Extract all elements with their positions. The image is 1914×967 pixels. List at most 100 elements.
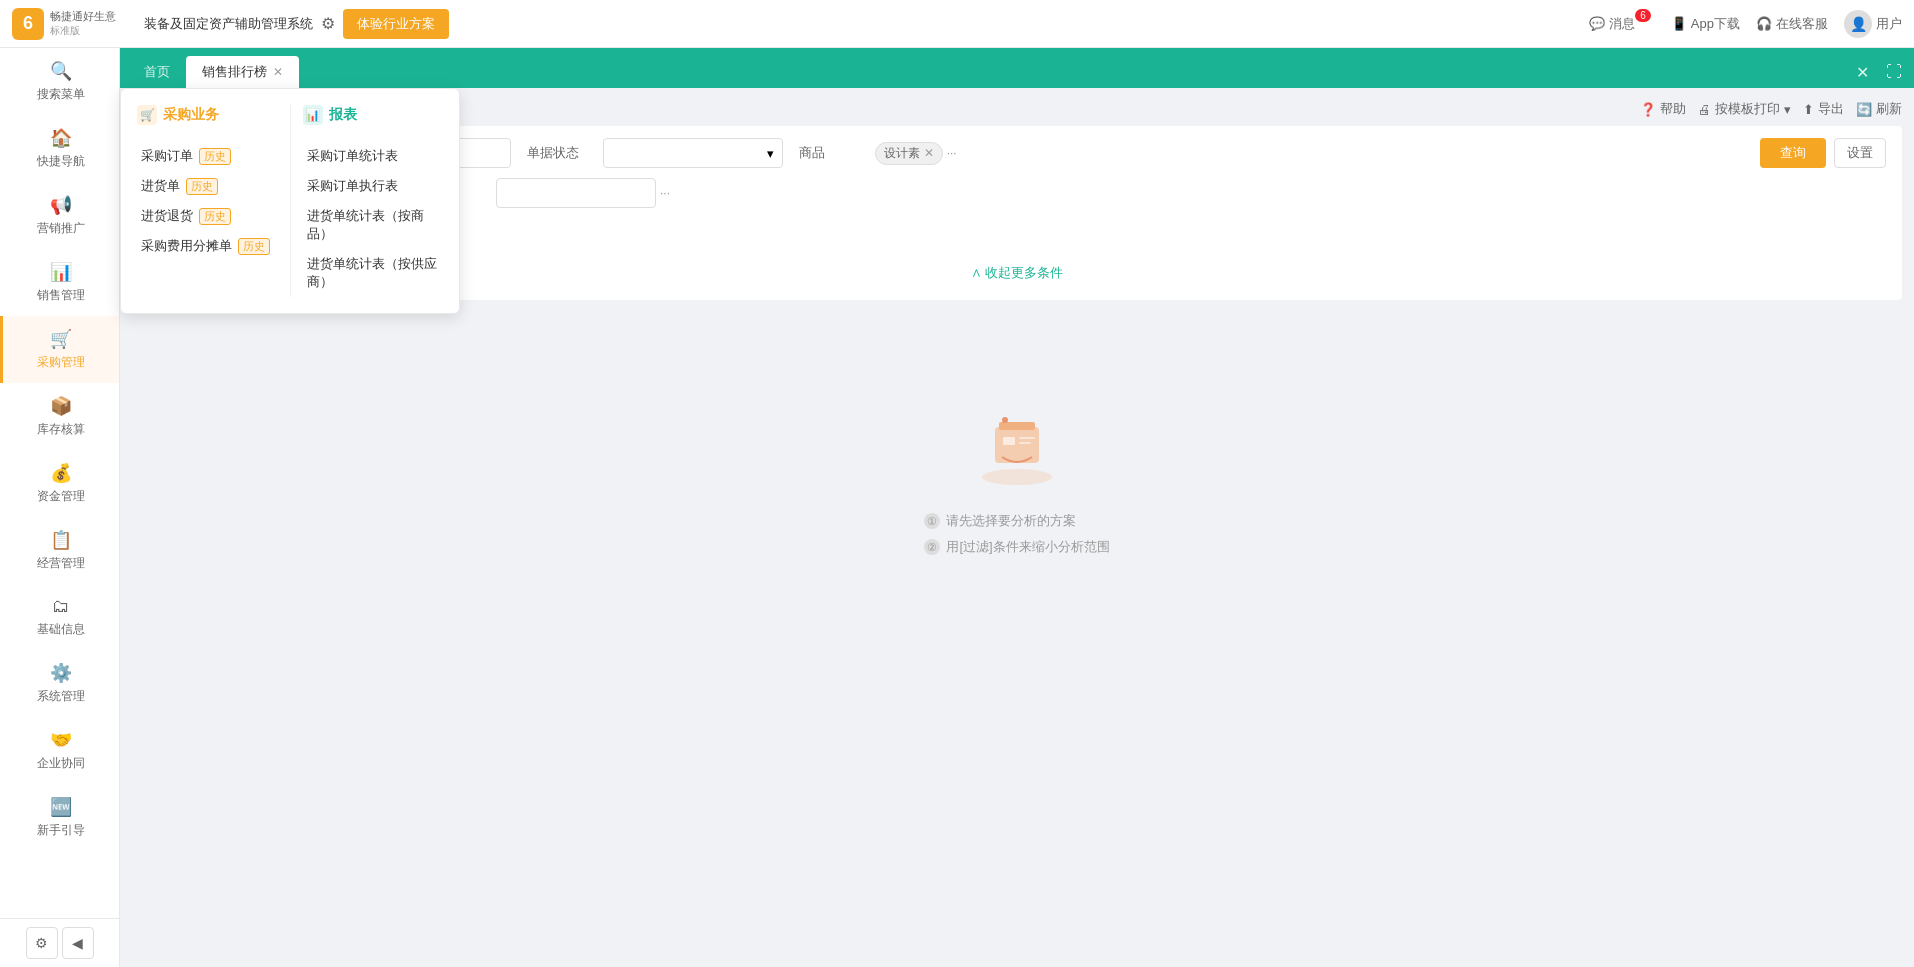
history-badge-2: 历史 [186,178,218,195]
home-icon: 🏠 [50,127,72,149]
sidebar-item-enterprise[interactable]: 🤝 企业协同 [0,717,119,784]
svg-rect-1 [995,427,1039,463]
top-bar: 6 畅捷通好生意 标准版 装备及固定资产辅助管理系统 ⚙ 体验行业方案 💬 消息… [0,0,1914,48]
report-col-icon: 📊 [303,105,323,125]
sidebar-item-marketing[interactable]: 📢 营销推广 [0,182,119,249]
svg-rect-4 [1019,437,1035,439]
sidebar-item-quick[interactable]: 🏠 快捷导航 [0,115,119,182]
dropdown-item-inbound[interactable]: 进货单 历史 [137,171,278,201]
dropdown-item-purchase-order[interactable]: 采购订单 历史 [137,141,278,171]
sidebar-label-system: 系统管理 [37,688,85,705]
dropdown-item-return[interactable]: 进货退货 历史 [137,201,278,231]
sidebar-label-enterprise: 企业协同 [37,755,85,772]
goods-tag-text: 设计素 [884,145,920,162]
app-download-item[interactable]: 📱 App下载 [1671,15,1740,33]
settings-gear-icon[interactable]: ⚙ [321,14,335,33]
salesperson-input[interactable] [496,178,656,208]
history-badge-4: 历史 [238,238,270,255]
sidebar: 🔍 搜索菜单 🏠 快捷导航 📢 营销推广 📊 销售管理 🛒 采购管理 📦 库存核… [0,48,120,967]
tab-close-icon[interactable]: ✕ [273,65,283,79]
tab-maximize-button[interactable]: ⛶ [1882,60,1906,84]
refresh-button[interactable]: 🔄 刷新 [1856,100,1902,118]
sidebar-label-quick: 快捷导航 [37,153,85,170]
collapse-label: 收起更多条件 [985,265,1063,280]
dropdown-item-inbound-stat-goods[interactable]: 进货单统计表（按商品） [303,201,444,249]
return-label: 进货退货 [141,207,193,225]
message-item[interactable]: 💬 消息 6 [1589,15,1655,33]
dropdown-item-expense[interactable]: 采购费用分摊单 历史 [137,231,278,261]
tip-text-1: 请先选择要分析的方案 [946,508,1076,534]
sidebar-item-finance[interactable]: 💰 资金管理 [0,450,119,517]
tab-sales-rank-label: 销售排行榜 [202,63,267,81]
message-badge: 6 [1635,9,1651,22]
tab-home[interactable]: 首页 [128,56,186,88]
print-chevron-icon: ▾ [1784,102,1791,117]
system-title: 装备及固定资产辅助管理系统 [144,15,313,33]
purchase-order-exec-label: 采购订单执行表 [307,177,398,195]
avatar: 👤 [1844,10,1872,38]
sidebar-item-sales[interactable]: 📊 销售管理 [0,249,119,316]
print-button[interactable]: 🖨 按模板打印 ▾ [1698,100,1791,118]
tip-num-1: ① [924,513,940,529]
help-button[interactable]: ❓ 帮助 [1640,100,1686,118]
goods-tag-close[interactable]: ✕ [924,146,934,160]
settings-bottom-icon: ⚙ [35,935,48,951]
sidebar-item-search[interactable]: 🔍 搜索菜单 [0,48,119,115]
sidebar-item-inventory[interactable]: 📦 库存核算 [0,383,119,450]
logo-line2: 标准版 [50,24,116,38]
purchase-order-stat-label: 采购订单统计表 [307,147,398,165]
help-label: 帮助 [1660,100,1686,118]
sidebar-label-operations: 经营管理 [37,555,85,572]
history-badge-1: 历史 [199,148,231,165]
collapse-icon: ◀ [72,935,83,951]
top-right: 💬 消息 6 📱 App下载 🎧 在线客服 👤 用户 [1589,10,1902,38]
inbound-label: 进货单 [141,177,180,195]
print-label: 按模板打印 [1715,100,1780,118]
logo-text-area: 畅捷通好生意 标准版 [50,9,116,37]
goods-label: 商品 [799,144,859,162]
empty-tip-1: ① 请先选择要分析的方案 [924,508,1109,534]
sidebar-label-purchase: 采购管理 [37,354,85,371]
tab-close-button[interactable]: ✕ [1850,60,1874,84]
empty-tips: ① 请先选择要分析的方案 ② 用[过滤]条件来缩小分析范围 [924,508,1109,560]
settings-filter-button[interactable]: 设置 [1834,138,1886,168]
phone-icon: 📱 [1671,16,1687,31]
sidebar-label-finance: 资金管理 [37,488,85,505]
salesperson-filter: ··· [496,178,670,208]
doc-status-select[interactable]: ▾ [603,138,783,168]
purchase-col-title: 🛒 采购业务 [137,105,278,129]
user-item[interactable]: 👤 用户 [1844,10,1902,38]
industry-button[interactable]: 体验行业方案 [343,9,449,39]
doc-status-label: 单据状态 [527,144,587,162]
dropdown-item-purchase-order-stat[interactable]: 采购订单统计表 [303,141,444,171]
report-col: 📊 报表 采购订单统计表 采购订单执行表 进货单统计表（按商品） 进货单统计表（… [303,105,444,297]
folder-icon: 🗂 [52,596,70,617]
settings-button[interactable]: ⚙ [26,927,58,959]
history-badge-3: 历史 [199,208,231,225]
message-icon: 💬 [1589,16,1605,31]
sidebar-item-system[interactable]: ⚙️ 系统管理 [0,650,119,717]
collapse-icon: ∧ [971,265,982,280]
tab-home-label: 首页 [144,63,170,81]
salesperson-more[interactable]: ··· [660,186,670,200]
sidebar-item-basic[interactable]: 🗂 基础信息 [0,584,119,650]
sidebar-item-guide[interactable]: 🆕 新手引导 [0,784,119,851]
collapse-button[interactable]: ◀ [62,927,94,959]
dropdown-item-purchase-order-exec[interactable]: 采购订单执行表 [303,171,444,201]
purchase-dropdown-menu: 🛒 采购业务 采购订单 历史 进货单 历史 进货退货 历史 采购费用分摊单 历史 [120,88,460,314]
goods-more[interactable]: ··· [947,146,957,160]
export-icon: ⬆ [1803,102,1814,117]
headset-icon: 🎧 [1756,16,1772,31]
export-button[interactable]: ⬆ 导出 [1803,100,1844,118]
goods-filter: 设计素 ✕ ··· [875,142,957,165]
svg-point-6 [1002,417,1008,423]
sidebar-item-operations[interactable]: 📋 经营管理 [0,517,119,584]
sidebar-label-marketing: 营销推广 [37,220,85,237]
dropdown-item-inbound-stat-supplier[interactable]: 进货单统计表（按供应商） [303,249,444,297]
online-service-item[interactable]: 🎧 在线客服 [1756,15,1828,33]
tab-sales-rank[interactable]: 销售排行榜 ✕ [186,56,299,88]
sidebar-item-purchase[interactable]: 🛒 采购管理 [0,316,119,383]
goods-tag[interactable]: 设计素 ✕ [875,142,943,165]
sidebar-label-sales: 销售管理 [37,287,85,304]
query-button[interactable]: 查询 [1760,138,1826,168]
